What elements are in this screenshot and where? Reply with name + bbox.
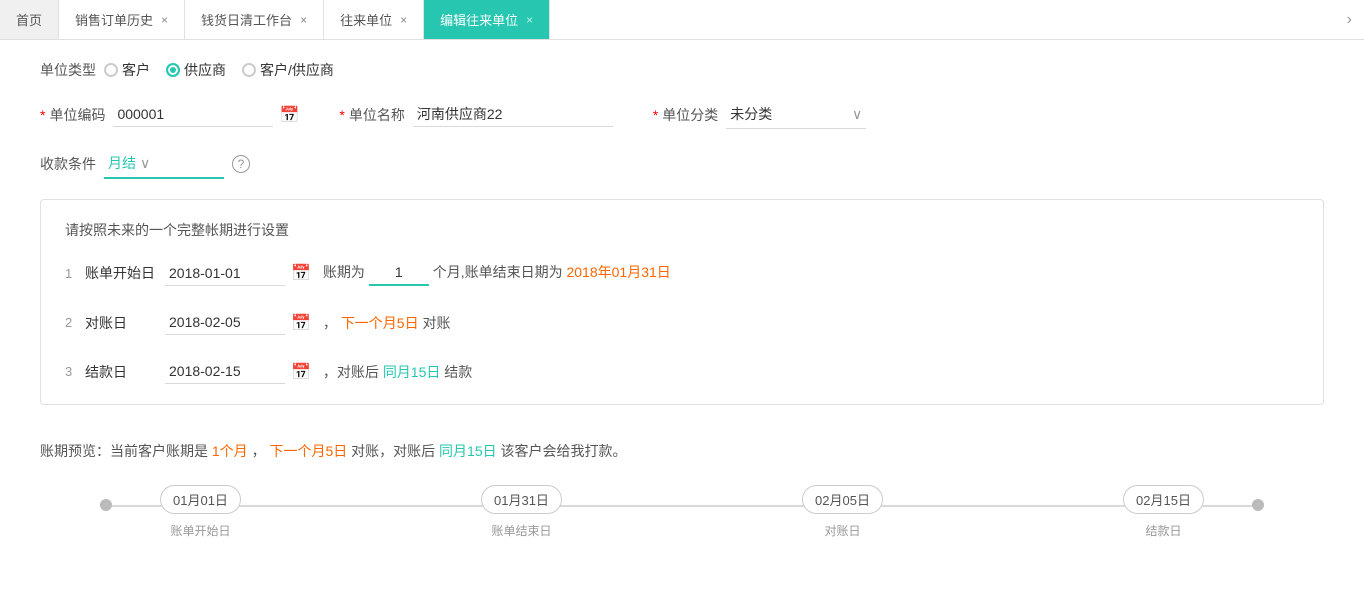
payment-condition-row: 收款条件 月结 ∨ ? — [40, 149, 1324, 179]
tab-edit-partner-close[interactable]: × — [526, 13, 533, 27]
tab-home-label: 首页 — [16, 10, 42, 29]
setting-date-3-icon[interactable]: 📅 — [291, 362, 311, 382]
setting-date-2[interactable] — [165, 310, 285, 335]
tab-cash-work-label: 钱货日清工作台 — [201, 10, 292, 29]
payment-condition-value: 月结 — [108, 153, 136, 173]
setting-row-3: 3 结款日 📅 ，对账后 同月15日 结款 — [65, 359, 1299, 384]
timeline-badge-2: 01月31日 — [481, 485, 562, 514]
radio-customer-circle — [104, 63, 118, 77]
tab-expand-button[interactable]: › — [1335, 0, 1364, 39]
preview-period: 1个月 — [212, 443, 248, 459]
timeline-label-2: 账单结束日 — [491, 522, 551, 539]
tab-sales-history[interactable]: 销售订单历史 × — [59, 0, 185, 39]
timeline-point-4: 02月15日 结款日 — [1123, 485, 1204, 539]
unit-code-icon[interactable]: 📅 — [279, 105, 299, 125]
tab-partner-label: 往来单位 — [340, 10, 392, 29]
unit-name-group: * 单位名称 — [339, 102, 612, 127]
unit-code-group: * 单位编码 📅 — [40, 102, 299, 127]
setting-payment-highlight: 同月15日 — [383, 364, 441, 380]
page-content: 单位类型 客户 供应商 客户/供应商 * 单位编码 📅 * 单位名称 — [0, 40, 1364, 609]
unit-category-arrow: ∨ — [852, 106, 862, 123]
radio-both-label: 客户/供应商 — [260, 60, 334, 80]
setting-row-1: 1 账单开始日 📅 账期为 个月,账单结束日期为 2018年01月31日 — [65, 260, 1299, 286]
setting-num-3: 3 — [65, 364, 85, 379]
setting-name-3: 结款日 — [85, 362, 165, 382]
preview-payment: 同月15日 — [439, 443, 497, 459]
payment-help-icon[interactable]: ? — [232, 155, 250, 173]
setting-desc-1: 账期为 个月,账单结束日期为 2018年01月31日 — [323, 260, 671, 286]
tab-edit-partner-label: 编辑往来单位 — [440, 10, 518, 29]
unit-type-label: 单位类型 — [40, 60, 96, 80]
radio-customer[interactable]: 客户 — [104, 60, 150, 80]
tab-sales-history-close[interactable]: × — [161, 13, 168, 27]
timeline: 01月01日 账单开始日 01月31日 账单结束日 02月05日 对账日 02月… — [40, 485, 1324, 589]
setting-date-1[interactable] — [165, 261, 285, 286]
unit-fields-row: * 单位编码 📅 * 单位名称 * 单位分类 未分类 ∨ — [40, 100, 1324, 129]
setting-date-1-icon[interactable]: 📅 — [291, 263, 311, 283]
timeline-point-3: 02月05日 对账日 — [802, 485, 883, 539]
preview-reconcile: 下一个月5日 — [269, 443, 347, 459]
setting-reconcile-highlight: 下一个月5日 — [341, 315, 419, 331]
tab-home[interactable]: 首页 — [0, 0, 59, 39]
preview-section: 账期预览：当前客户账期是 1个月 ， 下一个月5日 对账，对账后 同月15日 该… — [40, 425, 1324, 589]
unit-category-star: * — [653, 107, 658, 123]
timeline-badge-1: 01月01日 — [160, 485, 241, 514]
setting-end-date-highlight: 2018年01月31日 — [566, 264, 670, 280]
unit-category-label: 单位分类 — [662, 105, 718, 125]
timeline-badge-4: 02月15日 — [1123, 485, 1204, 514]
payment-condition-label: 收款条件 — [40, 154, 96, 174]
timeline-point-2: 01月31日 账单结束日 — [481, 485, 562, 539]
radio-customer-label: 客户 — [122, 60, 150, 80]
timeline-label-3: 对账日 — [824, 522, 860, 539]
radio-supplier[interactable]: 供应商 — [166, 60, 226, 80]
preview-text: 账期预览：当前客户账期是 1个月 ， 下一个月5日 对账，对账后 同月15日 该… — [40, 441, 1324, 461]
setting-date-3[interactable] — [165, 359, 285, 384]
timeline-points: 01月01日 账单开始日 01月31日 账单结束日 02月05日 对账日 02月… — [100, 485, 1264, 539]
unit-code-label: 单位编码 — [49, 105, 105, 125]
timeline-point-1: 01月01日 账单开始日 — [160, 485, 241, 539]
tab-partner-close[interactable]: × — [400, 13, 407, 27]
settings-title: 请按照未来的一个完整帐期进行设置 — [65, 220, 1299, 240]
radio-both[interactable]: 客户/供应商 — [242, 60, 334, 80]
tab-edit-partner[interactable]: 编辑往来单位 × — [424, 0, 550, 39]
timeline-label-4: 结款日 — [1146, 522, 1182, 539]
tab-cash-work-close[interactable]: × — [300, 13, 307, 27]
payment-condition-arrow: ∨ — [140, 155, 150, 172]
radio-supplier-circle — [166, 63, 180, 77]
setting-date-2-icon[interactable]: 📅 — [291, 313, 311, 333]
settings-box: 请按照未来的一个完整帐期进行设置 1 账单开始日 📅 账期为 个月,账单结束日期… — [40, 199, 1324, 405]
unit-code-star: * — [40, 107, 45, 123]
setting-row-2: 2 对账日 📅 ， 下一个月5日 对账 — [65, 310, 1299, 335]
tab-partner[interactable]: 往来单位 × — [324, 0, 424, 39]
setting-num-1: 1 — [65, 266, 85, 281]
tab-sales-history-label: 销售订单历史 — [75, 10, 153, 29]
setting-name-2: 对账日 — [85, 313, 165, 333]
timeline-badge-3: 02月05日 — [802, 485, 883, 514]
tab-bar: 首页 销售订单历史 × 钱货日清工作台 × 往来单位 × 编辑往来单位 × › — [0, 0, 1364, 40]
unit-category-select[interactable]: 未分类 ∨ — [726, 100, 866, 129]
unit-category-value: 未分类 — [730, 104, 844, 124]
unit-type-row: 单位类型 客户 供应商 客户/供应商 — [40, 60, 1324, 80]
payment-condition-select[interactable]: 月结 ∨ — [104, 149, 224, 179]
period-input[interactable] — [369, 260, 429, 286]
unit-name-star: * — [339, 107, 344, 123]
radio-both-circle — [242, 63, 256, 77]
unit-code-input[interactable] — [113, 102, 273, 127]
tab-cash-work[interactable]: 钱货日清工作台 × — [185, 0, 324, 39]
setting-desc-2: ， 下一个月5日 对账 — [323, 313, 451, 333]
unit-name-label: 单位名称 — [349, 105, 405, 125]
unit-name-input[interactable] — [413, 102, 613, 127]
setting-name-1: 账单开始日 — [85, 263, 165, 283]
timeline-label-1: 账单开始日 — [170, 522, 230, 539]
unit-category-group: * 单位分类 未分类 ∨ — [653, 100, 866, 129]
radio-supplier-label: 供应商 — [184, 60, 226, 80]
setting-num-2: 2 — [65, 315, 85, 330]
setting-desc-3: ，对账后 同月15日 结款 — [323, 362, 472, 382]
unit-type-radio-group: 客户 供应商 客户/供应商 — [104, 60, 334, 80]
